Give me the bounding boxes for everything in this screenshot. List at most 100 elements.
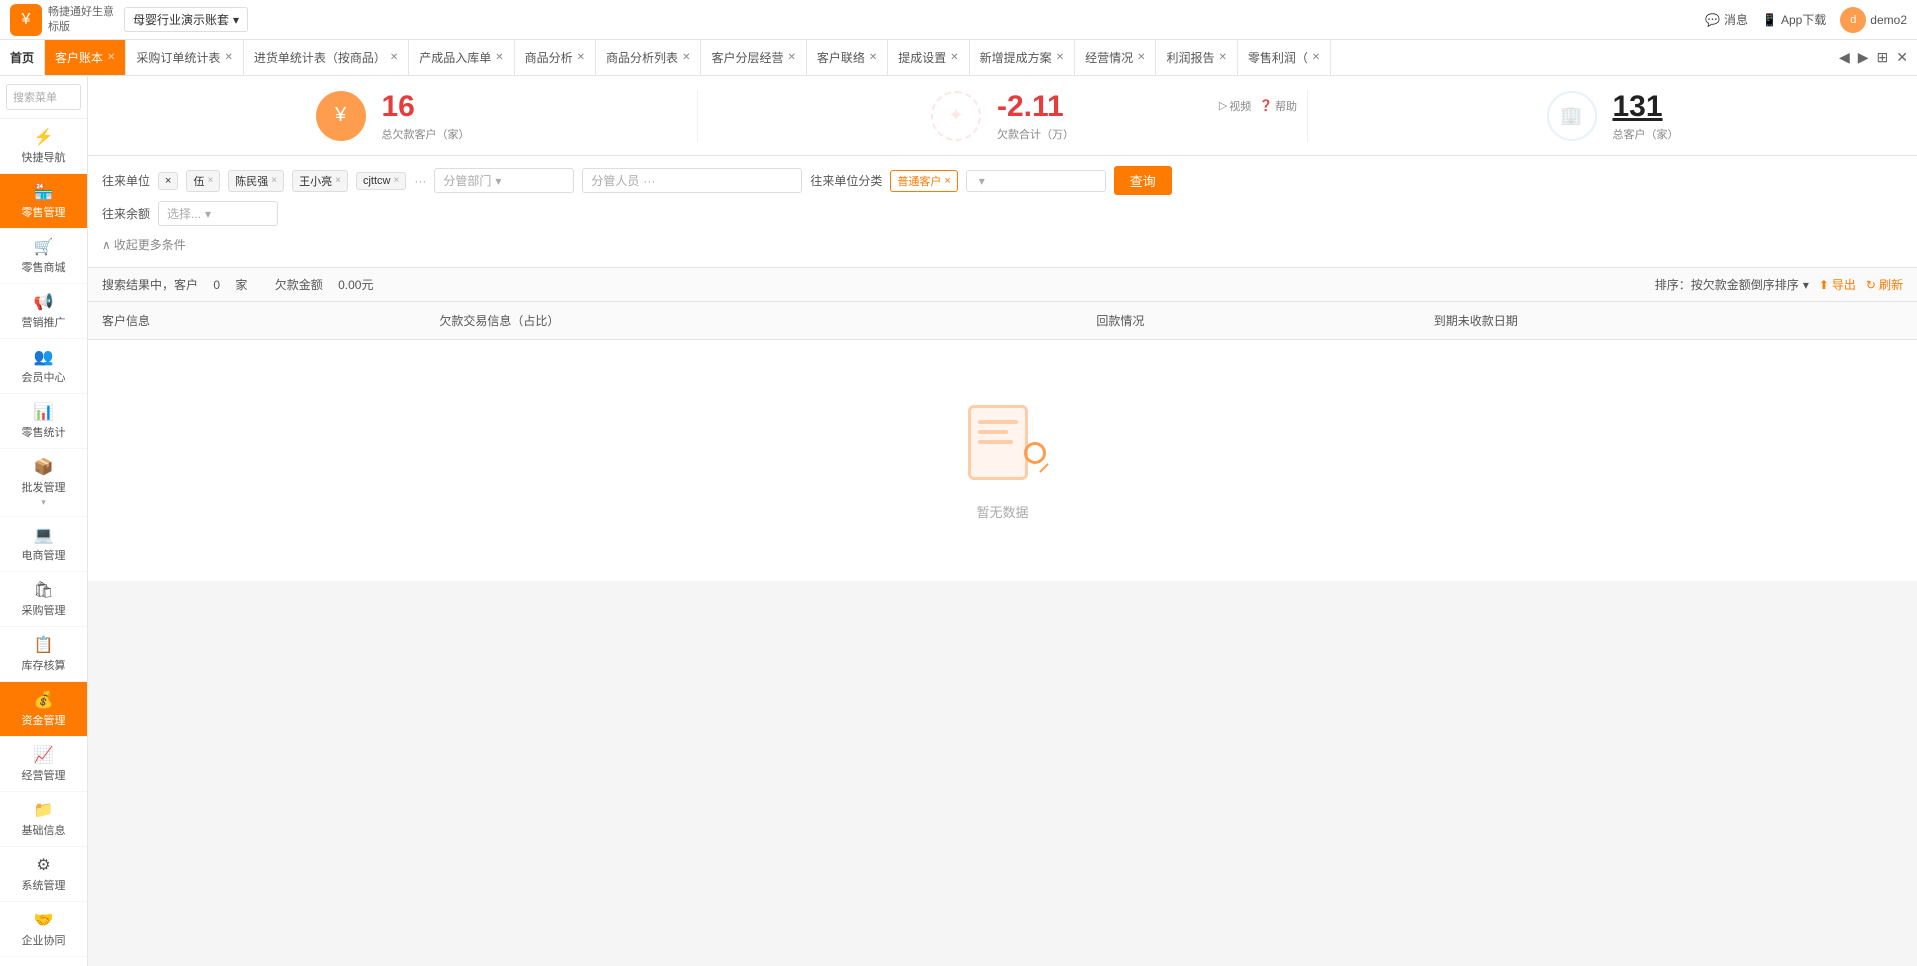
tab-product-analysis[interactable]: 商品分析 ✕: [515, 40, 596, 75]
sidebar-item-basic-info[interactable]: 📁 基础信息: [0, 792, 87, 847]
close-tab-commission[interactable]: ✕: [950, 52, 958, 63]
message-button[interactable]: 💬 消息: [1705, 11, 1748, 28]
refresh-button[interactable]: ↻ 刷新: [1866, 276, 1903, 293]
sidebar-item-wholesale[interactable]: 📦 批发管理 ▾: [0, 449, 87, 517]
content-area: ¥ 16 总欠款客户（家） ✦ -2.11 欠款合计（万） ▷ 视频: [88, 76, 1917, 966]
collapse-button[interactable]: ∧ 收起更多条件: [102, 232, 1903, 257]
close-tab-purchase-stats[interactable]: ✕: [390, 52, 398, 63]
sidebar-quick-nav[interactable]: ⚡ 快捷导航: [0, 119, 87, 174]
stats-bar: ¥ 16 总欠款客户（家） ✦ -2.11 欠款合计（万） ▷ 视频: [88, 76, 1917, 156]
close-tag-wang[interactable]: ×: [335, 175, 341, 186]
sidebar-item-retail-mall[interactable]: 🛒 零售商城: [0, 229, 87, 284]
chevron-down-icon: ▾: [233, 13, 239, 27]
app-download-button[interactable]: 📱 App下载: [1762, 11, 1826, 28]
member-icon: 👥: [34, 347, 54, 367]
filter-more-tags[interactable]: ···: [414, 174, 426, 188]
balance-select[interactable]: 选择... ▾: [158, 201, 278, 226]
sidebar-item-retail-stats[interactable]: 📊 零售统计: [0, 394, 87, 449]
sidebar-item-purchase[interactable]: 🛍 采购管理: [0, 572, 87, 627]
user-menu[interactable]: d demo2: [1840, 7, 1907, 33]
chevron-down-icon: ▾: [1803, 278, 1809, 292]
filter-tag-unit-placeholder: ×: [158, 172, 178, 190]
close-tab-profit[interactable]: ✕: [1219, 52, 1227, 63]
close-tab-product-list[interactable]: ✕: [682, 52, 690, 63]
sidebar-item-guide[interactable]: 🎯 新手引导: [0, 957, 87, 966]
unit-class-filter-label: 往来单位分类: [810, 172, 882, 189]
unit-filter-label: 往来单位: [102, 172, 150, 189]
close-tab-retail-profit[interactable]: ✕: [1312, 52, 1320, 63]
tab-purchase-order-stats[interactable]: 采购订单统计表 ✕: [126, 40, 243, 75]
nav-close-all-icon[interactable]: ✕: [1893, 49, 1911, 66]
sidebar-item-operations[interactable]: 📈 经营管理: [0, 737, 87, 792]
tab-business-status[interactable]: 经营情况 ✕: [1075, 40, 1156, 75]
close-tab-purchase[interactable]: ✕: [224, 52, 232, 63]
tab-purchase-stats-by-product[interactable]: 进货单统计表（按商品） ✕: [244, 40, 409, 75]
help-icon: ❓: [1259, 99, 1273, 112]
close-tag-normal-customer[interactable]: ×: [944, 175, 950, 187]
dept-select[interactable]: 分管部门 ▾: [434, 168, 574, 193]
tab-customer-ledger[interactable]: 客户账本 ✕: [45, 40, 126, 75]
export-button[interactable]: ⬆ 导出: [1819, 276, 1856, 293]
sidebar-item-ecommerce[interactable]: 💻 电商管理: [0, 517, 87, 572]
close-tab-customer-ledger[interactable]: ✕: [107, 52, 115, 63]
top-bar: ¥ 畅捷通好生意 标版 母婴行业演示账套 ▾ 💬 消息 📱 App下载 d de…: [0, 0, 1917, 40]
sidebar-item-inventory[interactable]: 📋 库存核算: [0, 627, 87, 682]
filter-row-1: 往来单位 × 伍 × 陈民强 × 王小亮 × cjttcw: [102, 166, 1903, 195]
stat-value-customers: 16: [382, 90, 470, 124]
ellipsis-icon: ···: [643, 174, 655, 188]
tab-add-commission[interactable]: 新增提成方案 ✕: [970, 40, 1075, 75]
sidebar-item-retail[interactable]: 🏪 零售管理: [0, 174, 87, 229]
logo-area: ¥ 畅捷通好生意 标版: [10, 4, 114, 36]
help-button[interactable]: ❓ 帮助: [1259, 98, 1297, 114]
sidebar-item-system[interactable]: ⚙ 系统管理: [0, 847, 87, 902]
tab-retail-profit[interactable]: 零售利润（ ✕: [1238, 40, 1331, 75]
tab-product-analysis-list[interactable]: 商品分析列表 ✕: [596, 40, 701, 75]
tab-commission-settings[interactable]: 提成设置 ✕: [888, 40, 969, 75]
filter-tag-cjttcw: cjttcw ×: [356, 172, 406, 190]
search-menu-button[interactable]: 搜索菜单: [6, 84, 81, 110]
nav-prev-icon[interactable]: ◀: [1836, 49, 1853, 66]
tab-customer-contact[interactable]: 客户联络 ✕: [807, 40, 888, 75]
tab-profit-report[interactable]: 利润报告 ✕: [1156, 40, 1237, 75]
sidebar-item-member[interactable]: 👥 会员中心: [0, 339, 87, 394]
nav-expand-icon[interactable]: ⊞: [1874, 49, 1892, 66]
close-tab-add-commission[interactable]: ✕: [1056, 52, 1064, 63]
tab-finished-goods[interactable]: 产成品入库单 ✕: [409, 40, 514, 75]
sidebar-search-area: 搜索菜单: [0, 76, 87, 119]
tab-home[interactable]: 首页: [0, 40, 45, 75]
sidebar-item-enterprise[interactable]: 🤝 企业协同: [0, 902, 87, 957]
tab-customer-layered[interactable]: 客户分层经营 ✕: [701, 40, 806, 75]
close-tab-customer-layered[interactable]: ✕: [787, 52, 795, 63]
enterprise-icon: 🤝: [34, 910, 54, 930]
sort-selector[interactable]: 排序：按欠款金额倒序排序 ▾: [1655, 276, 1809, 293]
org-selector[interactable]: 母婴行业演示账套 ▾: [124, 7, 248, 32]
close-tab-finished[interactable]: ✕: [495, 52, 503, 63]
sidebar: 搜索菜单 ⚡ 快捷导航 🏪 零售管理 🛒 零售商城 📢 营销推广 👥 会员中心 …: [0, 76, 88, 966]
nav-next-icon[interactable]: ▶: [1855, 49, 1872, 66]
filter-area: 往来单位 × 伍 × 陈民强 × 王小亮 × cjttcw: [88, 156, 1917, 268]
filter-tag-wu: 伍 ×: [186, 170, 220, 192]
stat-icon-total: 🏢: [1547, 91, 1597, 141]
query-button[interactable]: 查询: [1114, 166, 1172, 195]
close-tab-customer-contact[interactable]: ✕: [869, 52, 877, 63]
results-actions: 排序：按欠款金额倒序排序 ▾ ⬆ 导出 ↻ 刷新: [1655, 276, 1903, 293]
stat-text-customers: 16 总欠款客户（家）: [382, 90, 470, 142]
filter-tag-wang: 王小亮 ×: [292, 170, 348, 192]
filter-tag-normal-customer: 普通客户 ×: [890, 170, 957, 192]
close-tab-product-analysis[interactable]: ✕: [577, 52, 585, 63]
video-help-button[interactable]: ▷ 视频: [1219, 98, 1251, 114]
sidebar-item-finance[interactable]: 💰 资金管理: [0, 682, 87, 737]
close-tab-business[interactable]: ✕: [1137, 52, 1145, 63]
data-table: 客户信息 欠款交易信息（占比） 回款情况 到期未收款日期: [88, 302, 1917, 340]
close-tag-cjttcw[interactable]: ×: [393, 175, 399, 186]
stat-value-debt: -2.11: [997, 90, 1074, 124]
close-tag-wu[interactable]: ×: [207, 175, 213, 186]
sidebar-item-marketing[interactable]: 📢 营销推广: [0, 284, 87, 339]
retail-icon: 🏪: [34, 182, 54, 202]
close-tag-chen[interactable]: ×: [271, 175, 277, 186]
manager-select[interactable]: 分管人员 ···: [582, 168, 802, 193]
results-info: 搜索结果中，客户 0 家 欠款金额 0.00元: [102, 276, 397, 293]
inventory-icon: 📋: [34, 635, 54, 655]
chevron-down-icon: ▾: [495, 174, 501, 188]
unit-class-select[interactable]: ▾: [966, 170, 1106, 192]
